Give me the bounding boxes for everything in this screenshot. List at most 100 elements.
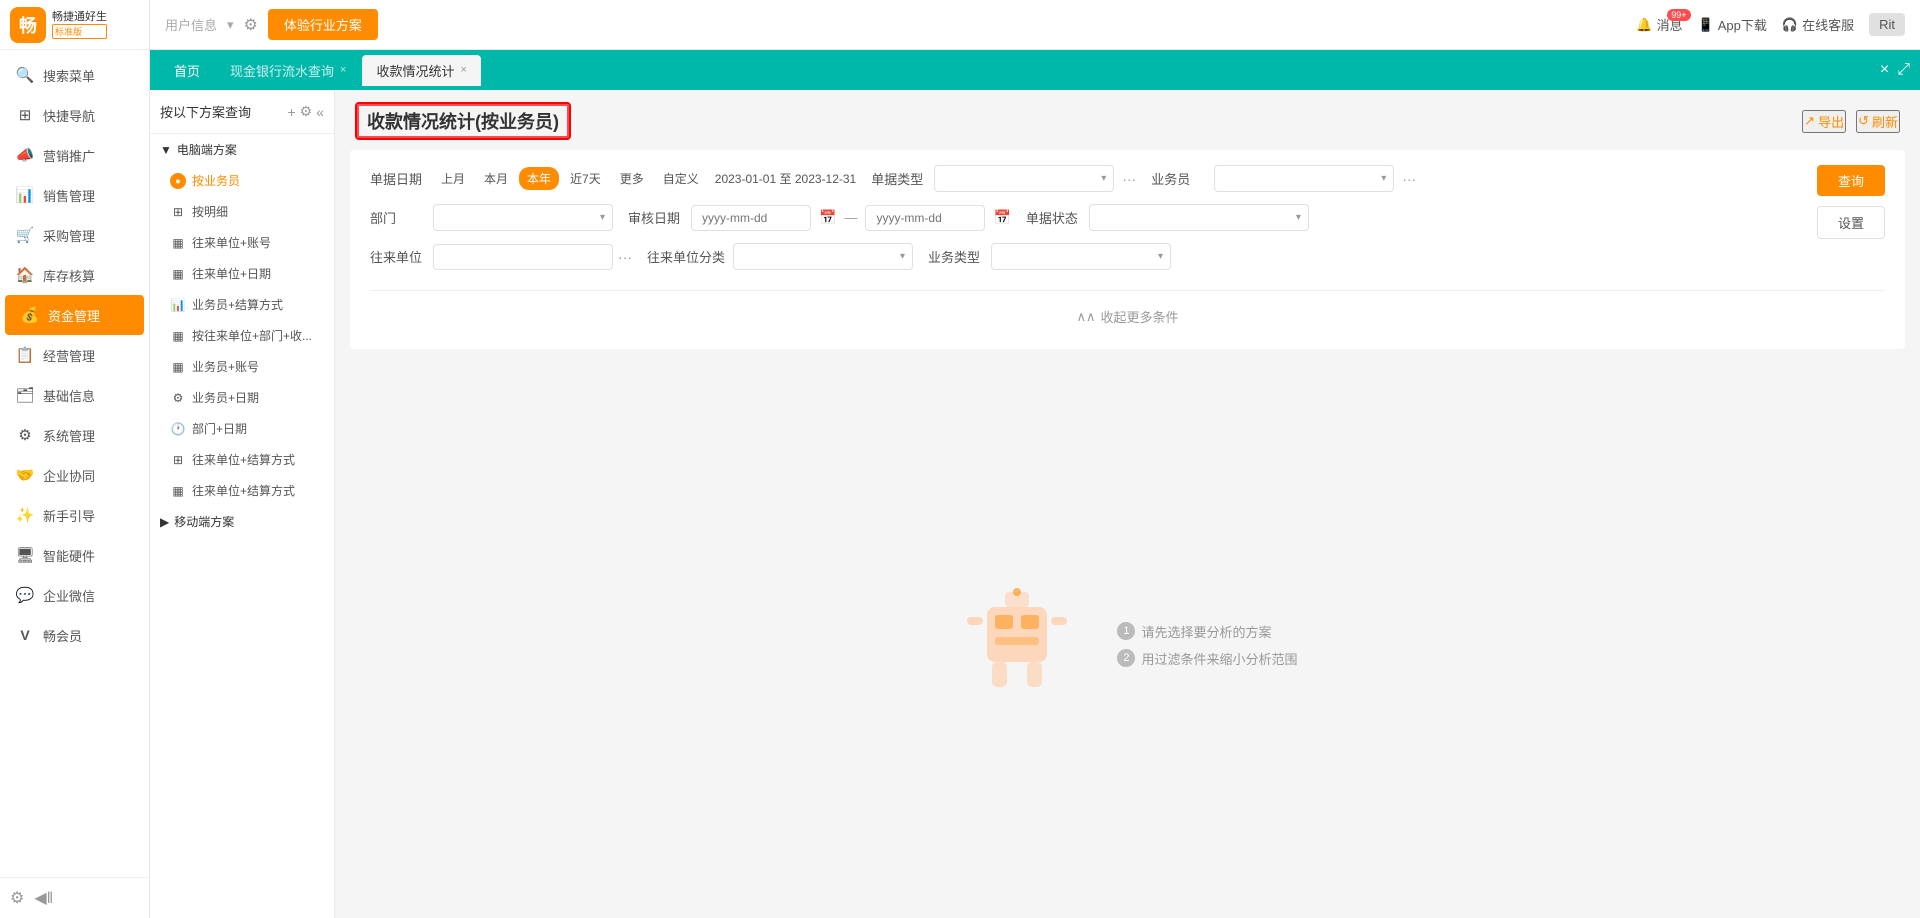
tabbar-expand-icon[interactable]: ⤢: [1897, 61, 1910, 79]
tabbar-right: × ⤢: [1880, 61, 1910, 79]
sidebar-item-operation[interactable]: 📋 经营管理: [0, 335, 149, 375]
operation-icon: 📋: [15, 345, 35, 365]
sidebar-item-hardware[interactable]: 🖥 智能硬件: [0, 535, 149, 575]
doc-status-select[interactable]: [1089, 204, 1309, 231]
tree-item-partner-dept[interactable]: ▦ 按往来单位+部门+收...: [150, 320, 334, 351]
panel-settings-button[interactable]: ⚙: [300, 103, 313, 120]
salesman-more[interactable]: ···: [1402, 171, 1416, 187]
sidebar-item-member[interactable]: V 畅会员: [0, 615, 149, 655]
collapse-sidebar-icon[interactable]: ◀‖: [34, 888, 53, 908]
partner-input[interactable]: [433, 244, 613, 270]
tab-stats[interactable]: 收款情况统计 ×: [362, 55, 480, 86]
settings-bottom-icon[interactable]: ⚙: [10, 888, 24, 908]
sidebar-item-enterprise[interactable]: 🤝 企业协同: [0, 455, 149, 495]
date-tab-7days[interactable]: 近7天: [562, 167, 609, 190]
business-type-select[interactable]: [991, 243, 1171, 270]
topbar-gear-icon[interactable]: ⚙: [244, 15, 258, 35]
sidebar-bottom: ⚙ ◀‖: [0, 877, 149, 918]
empty-tip-2: 2 用过滤条件来缩小分析范围: [1117, 649, 1297, 668]
sidebar-item-purchase[interactable]: 🛒 采购管理: [0, 215, 149, 255]
tree-item-salesman-settle[interactable]: 📊 业务员+结算方式: [150, 289, 334, 320]
sidebar-item-wechat[interactable]: 💬 企业微信: [0, 575, 149, 615]
tree-item-dept-date[interactable]: 🕐 部门+日期: [150, 413, 334, 444]
doc-type-filter: 单据类型 ···: [871, 165, 1136, 192]
date-tab-custom[interactable]: 自定义: [655, 167, 707, 190]
sidebar-item-sales[interactable]: 📊 销售管理: [0, 175, 149, 215]
partner-more-icon[interactable]: ···: [618, 249, 632, 265]
export-button[interactable]: ↗ 导出: [1802, 110, 1846, 133]
bell-icon: 🔔: [1636, 17, 1652, 33]
tab-bank-close[interactable]: ×: [340, 64, 346, 76]
trial-button[interactable]: 体验行业方案: [268, 9, 378, 40]
sidebar-item-system[interactable]: ⚙ 系统管理: [0, 415, 149, 455]
sidebar-item-search[interactable]: 🔍 搜索菜单: [0, 55, 149, 95]
tree-item-salesman-account[interactable]: ▦ 业务员+账号: [150, 351, 334, 382]
grid-icon: ⊞: [170, 204, 186, 220]
review-date-to[interactable]: [865, 205, 985, 231]
doc-type-more[interactable]: ···: [1122, 171, 1136, 187]
tab-bank[interactable]: 现金银行流水查询 ×: [216, 55, 360, 86]
sidebar-item-inventory[interactable]: 🏠 库存核算: [0, 255, 149, 295]
user-avatar[interactable]: Rit: [1869, 13, 1905, 36]
date-tab-lastmonth[interactable]: 上月: [433, 167, 473, 190]
sidebar-item-finance[interactable]: 💰 资金管理: [5, 295, 144, 335]
tree-item-partner-date[interactable]: ▦ 往来单位+日期: [150, 258, 334, 289]
filter-row-3: 往来单位 ··· 往来单位分类: [370, 243, 1802, 270]
tab-home[interactable]: 首页: [160, 55, 214, 86]
doc-type-select[interactable]: [934, 165, 1114, 192]
app-download-button[interactable]: 📱 App下载: [1698, 15, 1767, 34]
active-indicator: ●: [170, 173, 186, 189]
date-tab-thisyear[interactable]: 本年: [519, 167, 559, 190]
enterprise-icon: 🤝: [15, 465, 35, 485]
calendar-to-icon[interactable]: 📅: [993, 209, 1010, 226]
tab-stats-close[interactable]: ×: [460, 64, 466, 76]
topbar-breadcrumb-arrow[interactable]: ▾: [227, 17, 234, 33]
date-label: 单据日期: [370, 169, 425, 188]
collapse-filter-button[interactable]: ∧∧ 收起更多条件: [1068, 299, 1186, 334]
date-tab-thismonth[interactable]: 本月: [476, 167, 516, 190]
calendar-from-icon[interactable]: 📅: [819, 209, 836, 226]
notification-button[interactable]: 🔔 消息 99+: [1636, 15, 1682, 34]
date-tab-more[interactable]: 更多: [612, 167, 652, 190]
sidebar-item-guide[interactable]: ✨ 新手引导: [0, 495, 149, 535]
tree-item-partner-account[interactable]: ▦ 往来单位+账号: [150, 227, 334, 258]
panel-collapse-button[interactable]: «: [316, 103, 324, 120]
panel-add-button[interactable]: +: [287, 103, 295, 120]
tree-item-salesman[interactable]: ● 按业务员: [150, 165, 334, 196]
panel-actions: + ⚙ «: [287, 103, 324, 120]
guide-icon: ✨: [15, 505, 35, 525]
logo-area: 畅 畅捷通好生 标准版: [0, 0, 149, 50]
tree-arrow-down: ▼: [160, 143, 172, 157]
filter-section: 单据日期 上月 本月 本年 近7天 更多 自定义: [350, 150, 1905, 349]
finance-icon: 💰: [20, 305, 40, 325]
purchase-icon: 🛒: [15, 225, 35, 245]
logo-badge: 标准版: [52, 24, 107, 39]
query-button[interactable]: 查询: [1817, 165, 1885, 196]
tree-item-detail[interactable]: ⊞ 按明细: [150, 196, 334, 227]
partner-filter: 往来单位 ···: [370, 244, 632, 270]
salesman-select[interactable]: [1214, 165, 1394, 192]
refresh-button[interactable]: ↺ 刷新: [1856, 110, 1900, 133]
tabbar-close-icon[interactable]: ×: [1880, 61, 1889, 79]
doc-status-select-wrapper: [1089, 204, 1309, 231]
online-service-button[interactable]: 🎧 在线客服: [1782, 15, 1854, 34]
tree-item-partner-settle2[interactable]: ▦ 往来单位+结算方式: [150, 475, 334, 506]
partner-category-label: 往来单位分类: [647, 247, 725, 266]
sidebar-item-marketing[interactable]: 📣 营销推广: [0, 135, 149, 175]
hardware-icon: 🖥: [15, 545, 35, 565]
sidebar-item-basic[interactable]: 🗂 基础信息: [0, 375, 149, 415]
review-date-from[interactable]: [691, 205, 811, 231]
dept-select[interactable]: [433, 204, 613, 231]
tree-item-salesman-date[interactable]: ⚙ 业务员+日期: [150, 382, 334, 413]
partner-category-select[interactable]: [733, 243, 913, 270]
page-title-box: 收款情况统计(按业务员): [355, 102, 571, 140]
partner-category-select-wrapper: [733, 243, 913, 270]
filter-settings-button[interactable]: 设置: [1817, 206, 1885, 239]
sidebar-item-quicknav[interactable]: ⊞ 快捷导航: [0, 95, 149, 135]
tree-group-desktop[interactable]: ▼ 电脑端方案: [150, 134, 334, 165]
member-icon: V: [15, 625, 35, 645]
empty-tips-container: 1 请先选择要分析的方案 2 用过滤条件来缩小分析范围: [1117, 602, 1297, 676]
page-title: 收款情况统计(按业务员): [357, 104, 569, 138]
tree-item-partner-settle1[interactable]: ⊞ 往来单位+结算方式: [150, 444, 334, 475]
tree-group-mobile[interactable]: ▶ 移动端方案: [150, 506, 334, 537]
